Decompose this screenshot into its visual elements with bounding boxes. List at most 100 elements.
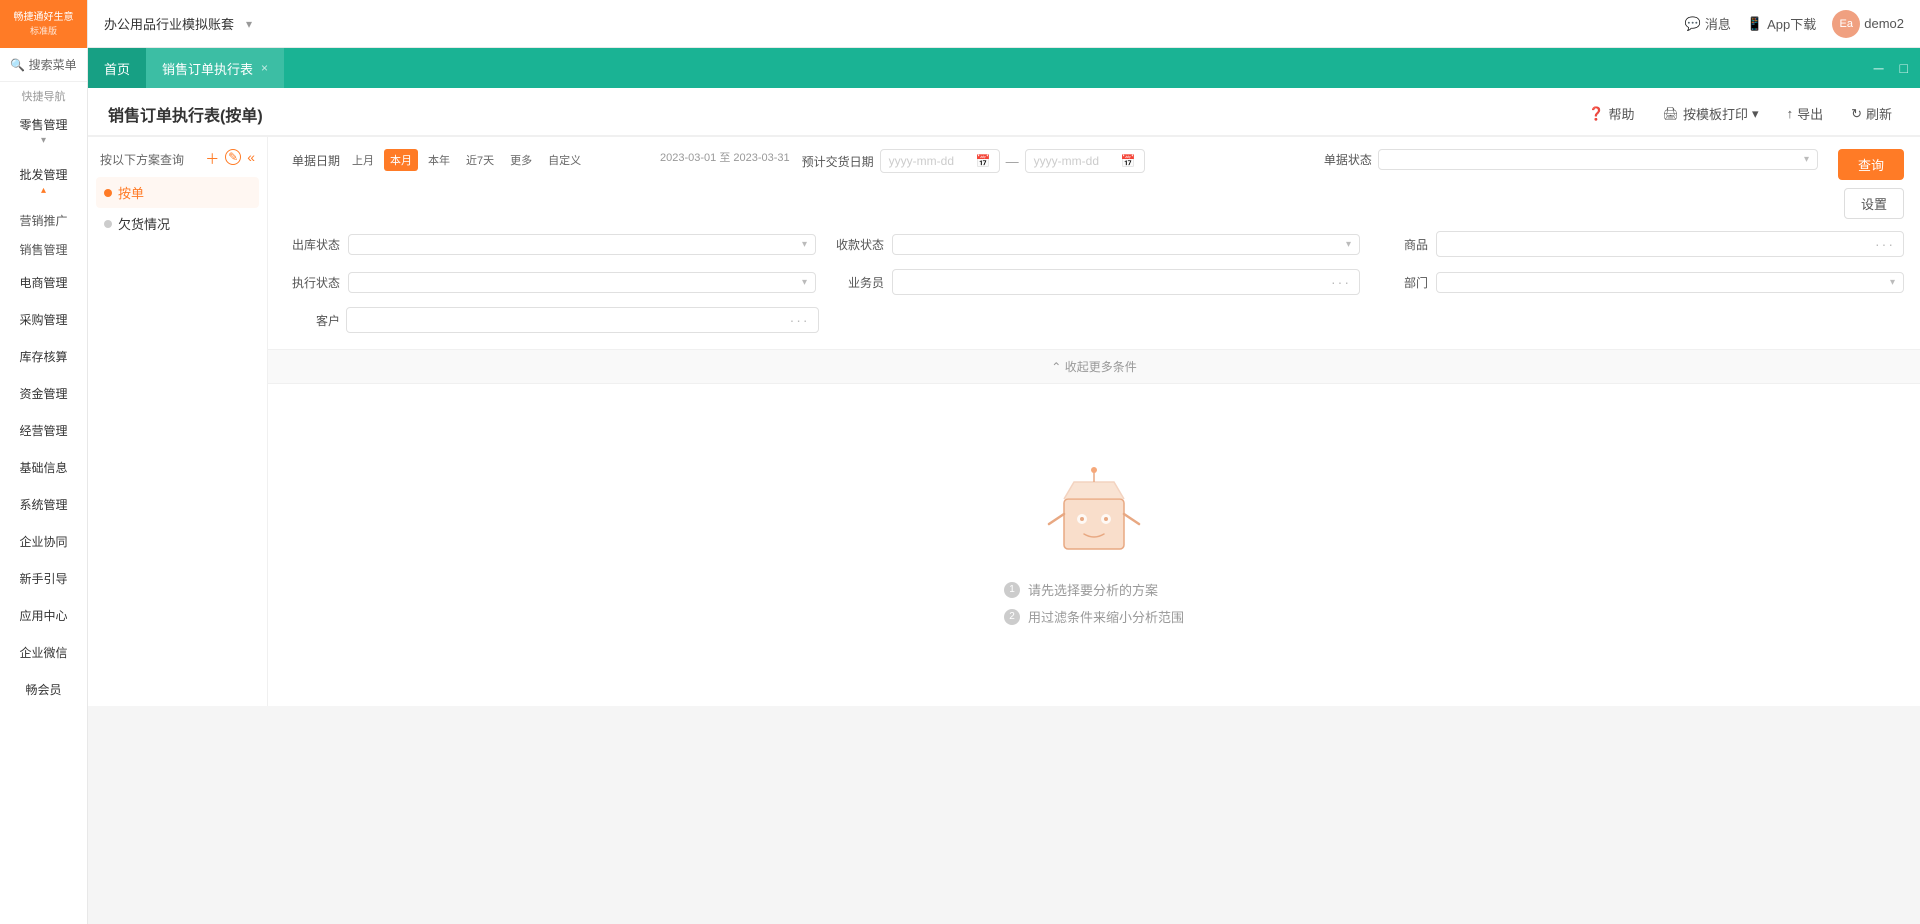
- sidebar-item-retail[interactable]: 零售管理 ▾: [0, 106, 87, 156]
- settings-btn[interactable]: 设置: [1844, 188, 1904, 219]
- tab-close-btn[interactable]: ×: [261, 61, 268, 75]
- sidebar-item-operations[interactable]: 经营管理: [0, 412, 87, 449]
- dept-arrow: ▾: [1890, 277, 1895, 288]
- filter-row-4: 客户 ···: [284, 307, 819, 333]
- system-label: 系统管理: [19, 496, 67, 513]
- help-btn[interactable]: ❓ 帮助: [1580, 100, 1642, 127]
- out-status-label: 出库状态: [284, 236, 340, 253]
- sidebar-item-marketing[interactable]: 营销推广: [0, 206, 87, 235]
- date-btn-this-year[interactable]: 本年: [422, 149, 456, 171]
- search-icon: 🔍: [10, 58, 25, 72]
- salesman-filter: 业务员 ···: [828, 269, 1360, 295]
- expected-date-from[interactable]: yyyy-mm-dd 📅: [880, 149, 1000, 173]
- date-btn-custom[interactable]: 自定义: [542, 149, 587, 171]
- sidebar-item-sales[interactable]: 销售管理: [0, 235, 87, 264]
- sidebar-item-member[interactable]: 畅会员: [0, 671, 87, 708]
- page-title: 销售订单执行表(按单): [108, 102, 263, 126]
- retail-label: 零售管理: [19, 116, 67, 133]
- sidebar-item-wholesale[interactable]: 批发管理 ▴: [0, 156, 87, 206]
- sidebar-item-inventory[interactable]: 库存核算: [0, 338, 87, 375]
- collapse-btn[interactable]: ⌃ 收起更多条件: [268, 349, 1920, 383]
- tab-home[interactable]: 首页: [88, 48, 146, 88]
- edit-plan-btn[interactable]: ✎: [225, 149, 241, 165]
- out-status-select[interactable]: ▾: [348, 234, 816, 255]
- sidebar-item-system[interactable]: 系统管理: [0, 486, 87, 523]
- print-label: 按模板打印: [1683, 104, 1748, 123]
- payment-status-select[interactable]: ▾: [892, 234, 1360, 255]
- left-panel-icons: ＋ ✎ «: [205, 149, 255, 169]
- sidebar-item-finance[interactable]: 资金管理: [0, 375, 87, 412]
- tab-sales-exec[interactable]: 销售订单执行表 ×: [146, 48, 284, 88]
- message-label: 消息: [1705, 14, 1731, 33]
- app-icon: 📱: [1747, 16, 1763, 32]
- quick-nav-label: 快捷导航: [0, 82, 87, 106]
- sidebar-item-basic[interactable]: 基础信息: [0, 449, 87, 486]
- date-range-display: 2023-03-01 至 2023-03-31: [660, 149, 790, 165]
- window-minimize-btn[interactable]: ─: [1870, 56, 1888, 80]
- username: demo2: [1864, 16, 1904, 31]
- query-btn[interactable]: 查询: [1838, 149, 1904, 180]
- dept-select[interactable]: ▾: [1436, 272, 1904, 293]
- user-menu[interactable]: Ea demo2: [1832, 10, 1904, 38]
- newbie-label: 新手引导: [19, 570, 67, 587]
- window-maximize-btn[interactable]: □: [1896, 56, 1912, 80]
- avatar: Ea: [1832, 10, 1860, 38]
- tabbar-actions: ─ □: [1870, 56, 1920, 80]
- help-icon: ❓: [1588, 106, 1604, 122]
- payment-status-label: 收款状态: [828, 236, 884, 253]
- customer-select[interactable]: ···: [346, 307, 819, 333]
- goods-select[interactable]: ···: [1436, 231, 1904, 257]
- export-btn[interactable]: ↑ 导出: [1779, 100, 1832, 127]
- filter-row-1: 单据日期 上月 本月 本年 近7天 更多 自定义 2023: [284, 149, 1904, 219]
- sidebar-item-ecommerce[interactable]: 电商管理: [0, 264, 87, 301]
- tip-num-2: 2: [1004, 609, 1020, 625]
- help-label: 帮助: [1608, 104, 1634, 123]
- customer-label: 客户: [284, 312, 340, 329]
- finance-label: 资金管理: [19, 385, 67, 402]
- exec-status-select[interactable]: ▾: [348, 272, 816, 293]
- date-to-placeholder: yyyy-mm-dd: [1034, 154, 1099, 168]
- print-btn[interactable]: 🖨 按模板打印 ▾: [1655, 100, 1767, 127]
- order-status-select[interactable]: ▾: [1378, 149, 1818, 170]
- sidebar-item-enterprise[interactable]: 企业协同: [0, 523, 87, 560]
- customer-dots-icon: ···: [790, 312, 810, 328]
- dept-filter: 部门 ▾: [1372, 272, 1904, 293]
- date-filter-buttons: 上月 本月 本年 近7天 更多 自定义: [346, 149, 644, 171]
- app-label: App下载: [1767, 14, 1816, 33]
- topbar-arrow[interactable]: ▾: [246, 17, 252, 31]
- expected-date-to[interactable]: yyyy-mm-dd 📅: [1025, 149, 1145, 173]
- refresh-btn[interactable]: ↻ 刷新: [1843, 100, 1900, 127]
- topbar-title: 办公用品行业模拟账套: [104, 14, 234, 33]
- app-download-btn[interactable]: 📱 App下载: [1747, 14, 1816, 33]
- date-btn-last-month[interactable]: 上月: [346, 149, 380, 171]
- right-area: 单据日期 上月 本月 本年 近7天 更多 自定义 2023: [268, 137, 1920, 706]
- refresh-icon: ↻: [1851, 106, 1862, 122]
- date-btn-this-month[interactable]: 本月: [384, 149, 418, 171]
- date-btn-7days[interactable]: 近7天: [460, 149, 500, 171]
- export-label: 导出: [1797, 104, 1823, 123]
- date-btn-more[interactable]: 更多: [504, 149, 538, 171]
- sidebar-item-purchase[interactable]: 采购管理: [0, 301, 87, 338]
- empty-illustration: [1044, 464, 1144, 564]
- tab-home-label: 首页: [104, 59, 130, 78]
- collapse-panel-btn[interactable]: «: [247, 149, 255, 169]
- sidebar-item-newbie[interactable]: 新手引导: [0, 560, 87, 597]
- message-btn[interactable]: 💬 消息: [1685, 14, 1731, 33]
- left-panel-header: 按以下方案查询 ＋ ✎ «: [96, 149, 259, 169]
- inventory-label: 库存核算: [19, 348, 67, 365]
- sidebar-search[interactable]: 🔍 搜索菜单: [0, 48, 87, 82]
- filter-action-buttons: 查询 设置: [1830, 149, 1904, 219]
- plan-item-by-debt[interactable]: 欠货情况: [96, 208, 259, 239]
- exec-status-filter: 执行状态 ▾: [284, 272, 816, 293]
- sidebar-item-wechat[interactable]: 企业微信: [0, 634, 87, 671]
- ecommerce-label: 电商管理: [19, 274, 67, 291]
- plan-item-by-order[interactable]: 按单: [96, 177, 259, 208]
- salesman-select[interactable]: ···: [892, 269, 1360, 295]
- tip-num-1: 1: [1004, 582, 1020, 598]
- plan-label-by-order: 按单: [118, 183, 144, 202]
- message-icon: 💬: [1685, 16, 1701, 32]
- tab-sales-label: 销售订单执行表: [162, 59, 253, 78]
- add-plan-btn[interactable]: ＋: [205, 149, 219, 169]
- sidebar-item-appstore[interactable]: 应用中心: [0, 597, 87, 634]
- member-label: 畅会员: [25, 681, 61, 698]
